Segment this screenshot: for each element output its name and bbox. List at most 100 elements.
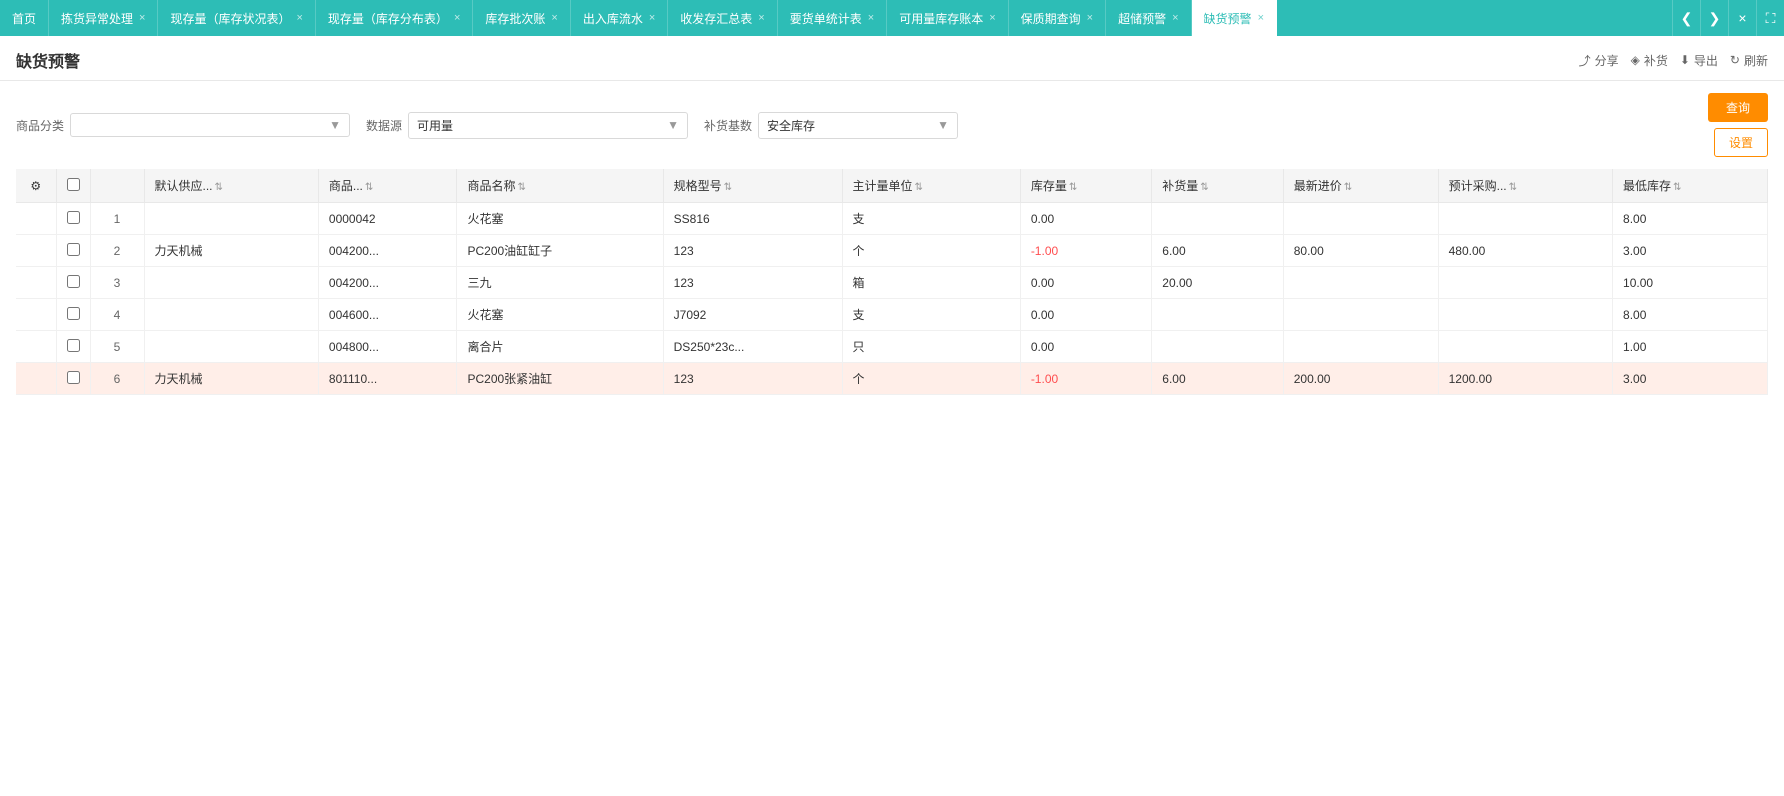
column-spec[interactable]: 规格型号⇅ [663, 169, 842, 203]
tab-close-icon[interactable]: × [868, 12, 874, 24]
category-chevron-icon: ▼ [329, 118, 341, 132]
row-unit: 只 [842, 331, 1020, 363]
replenish-basis-chevron-icon: ▼ [937, 118, 949, 132]
replenish-basis-select[interactable]: 安全库存 ▼ [758, 112, 958, 139]
row-checkbox[interactable] [67, 243, 80, 256]
min-stock-sort-icon: ⇅ [1673, 182, 1681, 193]
row-min-stock: 3.00 [1613, 235, 1768, 267]
row-estimated-purchase [1438, 203, 1612, 235]
row-supplier [144, 331, 318, 363]
row-latest-price [1283, 299, 1438, 331]
row-estimated-purchase: 480.00 [1438, 235, 1612, 267]
category-filter-group: 商品分类 ▼ [16, 113, 350, 137]
row-supplier [144, 267, 318, 299]
row-spec: 123 [663, 363, 842, 395]
tab-close-icon[interactable]: × [649, 12, 655, 24]
filter-actions: 查询 设置 [1708, 93, 1768, 157]
row-latest-price: 80.00 [1283, 235, 1438, 267]
row-stock: 0.00 [1020, 299, 1151, 331]
unit-sort-icon: ⇅ [915, 182, 923, 193]
tab-nav-buttons: ❮ ❯ × ⛶ [1672, 0, 1784, 36]
tab-inout-flow[interactable]: 出入库流水× [571, 0, 668, 36]
tab-close-icon[interactable]: × [989, 12, 995, 24]
share-icon: ⤴ [1579, 52, 1591, 69]
refresh-button[interactable]: ↻ 刷新 [1730, 52, 1768, 69]
tab-overstock[interactable]: 超储预警× [1106, 0, 1191, 36]
tab-next-button[interactable]: ❯ [1700, 0, 1728, 36]
row-number: 2 [90, 235, 144, 267]
stock-sort-icon: ⇅ [1069, 182, 1077, 193]
tab-close-icon[interactable]: × [139, 12, 145, 24]
tab-stock-anomaly[interactable]: 拣货异常处理× [49, 0, 158, 36]
row-supplier [144, 299, 318, 331]
column-min-stock[interactable]: 最低库存⇅ [1613, 169, 1768, 203]
row-stock: 0.00 [1020, 203, 1151, 235]
tab-close-icon[interactable]: × [758, 12, 764, 24]
datasource-select[interactable]: 可用量 ▼ [408, 112, 688, 139]
row-estimated-purchase [1438, 299, 1612, 331]
category-label: 商品分类 [16, 117, 64, 134]
table-body: 1 0000042 火花塞 SS816 支 0.00 8.00 2 力天机械 0… [16, 203, 1768, 395]
row-spec: 123 [663, 235, 842, 267]
column-supplier[interactable]: 默认供应...⇅ [144, 169, 318, 203]
column-goods-code[interactable]: 商品...⇅ [318, 169, 457, 203]
column-replenish[interactable]: 补货量⇅ [1152, 169, 1283, 203]
row-goods-code: 004200... [318, 235, 457, 267]
tab-close-icon[interactable]: × [1172, 12, 1178, 24]
select-all-checkbox[interactable] [67, 178, 80, 191]
tab-maximize-button[interactable]: ⛶ [1756, 0, 1784, 36]
column-goods-name[interactable]: 商品名称⇅ [457, 169, 663, 203]
latest-price-sort-icon: ⇅ [1344, 182, 1352, 193]
tab-label: 现存量（库存分布表） [328, 10, 448, 27]
row-unit: 箱 [842, 267, 1020, 299]
column-latest-price[interactable]: 最新进价⇅ [1283, 169, 1438, 203]
spec-sort-icon: ⇅ [724, 182, 732, 193]
tab-close-icon[interactable]: × [551, 12, 557, 24]
tab-close-icon[interactable]: × [454, 12, 460, 24]
estimated-purchase-sort-icon: ⇅ [1509, 182, 1517, 193]
tab-receive-summary[interactable]: 收发存汇总表× [668, 0, 777, 36]
row-number: 5 [90, 331, 144, 363]
row-checkbox[interactable] [67, 211, 80, 224]
row-min-stock: 3.00 [1613, 363, 1768, 395]
row-checkbox[interactable] [67, 339, 80, 352]
row-checkbox[interactable] [67, 275, 80, 288]
replenish-button[interactable]: ◈ 补货 [1631, 52, 1668, 69]
datasource-chevron-icon: ▼ [667, 118, 679, 132]
column-unit[interactable]: 主计量单位⇅ [842, 169, 1020, 203]
row-checkbox[interactable] [67, 371, 80, 384]
tab-inventory-dist[interactable]: 现存量（库存分布表） × [316, 0, 473, 36]
tab-close-all-button[interactable]: × [1728, 0, 1756, 36]
column-checkbox [56, 169, 90, 203]
row-number: 3 [90, 267, 144, 299]
row-spec: DS250*23c... [663, 331, 842, 363]
row-min-stock: 8.00 [1613, 299, 1768, 331]
row-min-stock: 10.00 [1613, 267, 1768, 299]
tab-order-stats[interactable]: 要货单统计表× [778, 0, 887, 36]
row-goods-code: 004200... [318, 267, 457, 299]
tab-close-icon[interactable]: × [296, 12, 302, 24]
tab-close-icon[interactable]: × [1087, 12, 1093, 24]
row-checkbox[interactable] [67, 307, 80, 320]
tab-home[interactable]: 首页 [0, 0, 49, 36]
tab-batch-account[interactable]: 库存批次账× [473, 0, 570, 36]
tab-prev-button[interactable]: ❮ [1672, 0, 1700, 36]
tab-expiry-query[interactable]: 保质期查询× [1009, 0, 1106, 36]
query-button[interactable]: 查询 [1708, 93, 1768, 122]
row-goods-name: PC200油缸缸子 [457, 235, 663, 267]
row-number: 1 [90, 203, 144, 235]
row-supplier: 力天机械 [144, 363, 318, 395]
row-replenish [1152, 203, 1283, 235]
column-estimated-purchase[interactable]: 预计采购...⇅ [1438, 169, 1612, 203]
column-stock[interactable]: 库存量⇅ [1020, 169, 1151, 203]
share-button[interactable]: ⤴ 分享 [1579, 52, 1619, 69]
category-select[interactable]: ▼ [70, 113, 350, 137]
tab-shortage[interactable]: 缺货预警× [1192, 0, 1277, 36]
export-button[interactable]: ⬇ 导出 [1680, 52, 1718, 69]
column-gear[interactable]: ⚙ [16, 169, 56, 203]
tab-close-icon[interactable]: × [1258, 12, 1264, 24]
refresh-label: 刷新 [1744, 52, 1768, 69]
tab-available-ledger[interactable]: 可用量库存账本× [887, 0, 1008, 36]
settings-button[interactable]: 设置 [1714, 128, 1768, 157]
tab-inventory-status[interactable]: 现存量（库存状况表）× [158, 0, 315, 36]
